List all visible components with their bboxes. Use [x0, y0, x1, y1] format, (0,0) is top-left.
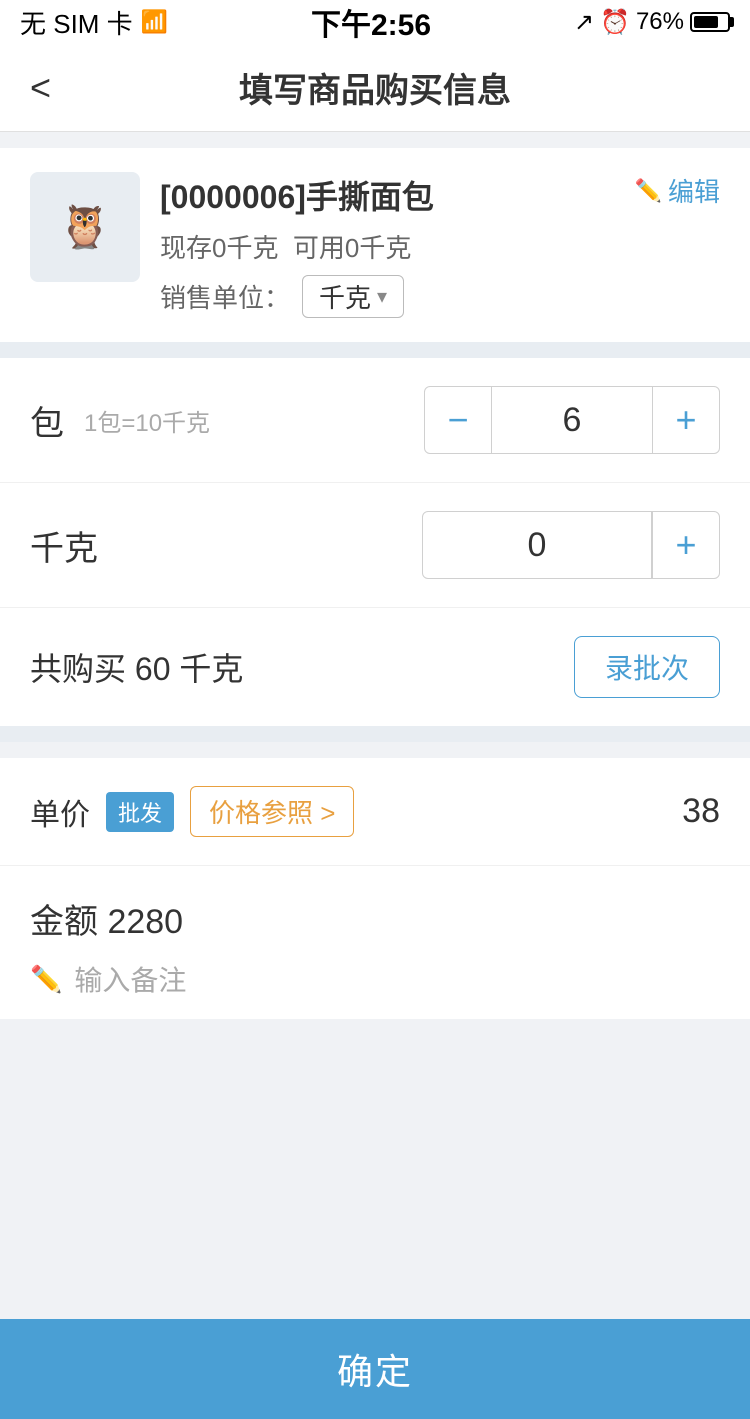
- unit-value: 千克: [319, 278, 371, 315]
- separator-1: [0, 342, 750, 358]
- confirm-button[interactable]: 确定: [0, 1319, 750, 1419]
- empty-area: [0, 1019, 750, 1319]
- remark-placeholder: 输入备注: [74, 959, 186, 999]
- bag-quantity-input[interactable]: [492, 386, 652, 454]
- price-tag: 批发: [106, 792, 174, 832]
- back-button[interactable]: <: [20, 57, 61, 119]
- remark-row[interactable]: ✏️ 输入备注: [30, 959, 720, 999]
- page-title: 填写商品购买信息: [239, 63, 511, 112]
- carrier-text: 无 SIM 卡: [20, 4, 133, 41]
- bag-plus-button[interactable]: +: [652, 386, 720, 454]
- unit-select[interactable]: 千克 ▾: [302, 275, 404, 318]
- separator-2: [0, 726, 750, 742]
- total-row: 共购买 60 千克 录批次: [0, 608, 750, 726]
- pencil-icon: ✏️: [30, 964, 62, 995]
- unit-arrow-icon: ▾: [377, 284, 387, 309]
- kg-plus-button[interactable]: +: [652, 511, 720, 579]
- edit-link[interactable]: ✏️ 编辑: [635, 172, 720, 209]
- status-time: 下午2:56: [311, 0, 431, 44]
- status-bar: 无 SIM 卡 📶 下午2:56 ↗ ⏰ 76%: [0, 0, 750, 44]
- price-ref-label: 价格参照 >: [209, 793, 335, 830]
- product-card: 🦉 [0000006]手撕面包 现存0千克 可用0千克 销售单位： 千克 ▾ ✏…: [0, 148, 750, 342]
- kg-label: 千克: [30, 521, 98, 570]
- batch-button[interactable]: 录批次: [574, 636, 720, 698]
- kg-qty-control: +: [422, 511, 720, 579]
- amount-value: 2280: [107, 903, 183, 941]
- product-stock: 现存0千克 可用0千克: [160, 228, 720, 265]
- product-thumbnail: 🦉: [30, 172, 140, 282]
- kg-input-row: 千克 +: [0, 483, 750, 608]
- edit-label: 编辑: [668, 172, 720, 209]
- bag-minus-button[interactable]: −: [424, 386, 492, 454]
- price-section: 单价 批发 价格参照 > 38: [0, 758, 750, 866]
- status-left: 无 SIM 卡 📶: [20, 4, 168, 41]
- price-label: 单价: [30, 790, 90, 834]
- total-text: 共购买 60 千克: [30, 644, 243, 690]
- amount-section: 金额 2280 ✏️ 输入备注: [0, 866, 750, 1019]
- kg-quantity-input[interactable]: [422, 511, 652, 579]
- bag-input-row: 包 1包=10千克 − +: [0, 358, 750, 483]
- nav-bar: < 填写商品购买信息: [0, 44, 750, 132]
- battery-percent: 76%: [636, 8, 684, 36]
- product-logo-icon: 🦉: [59, 203, 111, 252]
- location-icon: ↗: [574, 8, 594, 37]
- product-unit-row: 销售单位： 千克 ▾: [160, 275, 720, 318]
- bag-qty-control: − +: [424, 386, 720, 454]
- edit-icon: ✏️: [635, 178, 662, 204]
- unit-label: 销售单位：: [160, 278, 290, 315]
- input-section: 包 1包=10千克 − + 千克 +: [0, 358, 750, 608]
- total-amount: 60: [135, 651, 171, 687]
- price-ref-button[interactable]: 价格参照 >: [190, 786, 354, 837]
- amount-row: 金额 2280: [30, 894, 720, 943]
- wifi-icon: 📶: [141, 9, 168, 35]
- status-right: ↗ ⏰ 76%: [574, 8, 730, 37]
- alarm-icon: ⏰: [600, 8, 630, 37]
- bag-hint: 1包=10千克: [84, 403, 404, 438]
- battery-icon: [690, 12, 730, 32]
- price-value: 38: [682, 792, 720, 831]
- bag-label: 包: [30, 396, 64, 445]
